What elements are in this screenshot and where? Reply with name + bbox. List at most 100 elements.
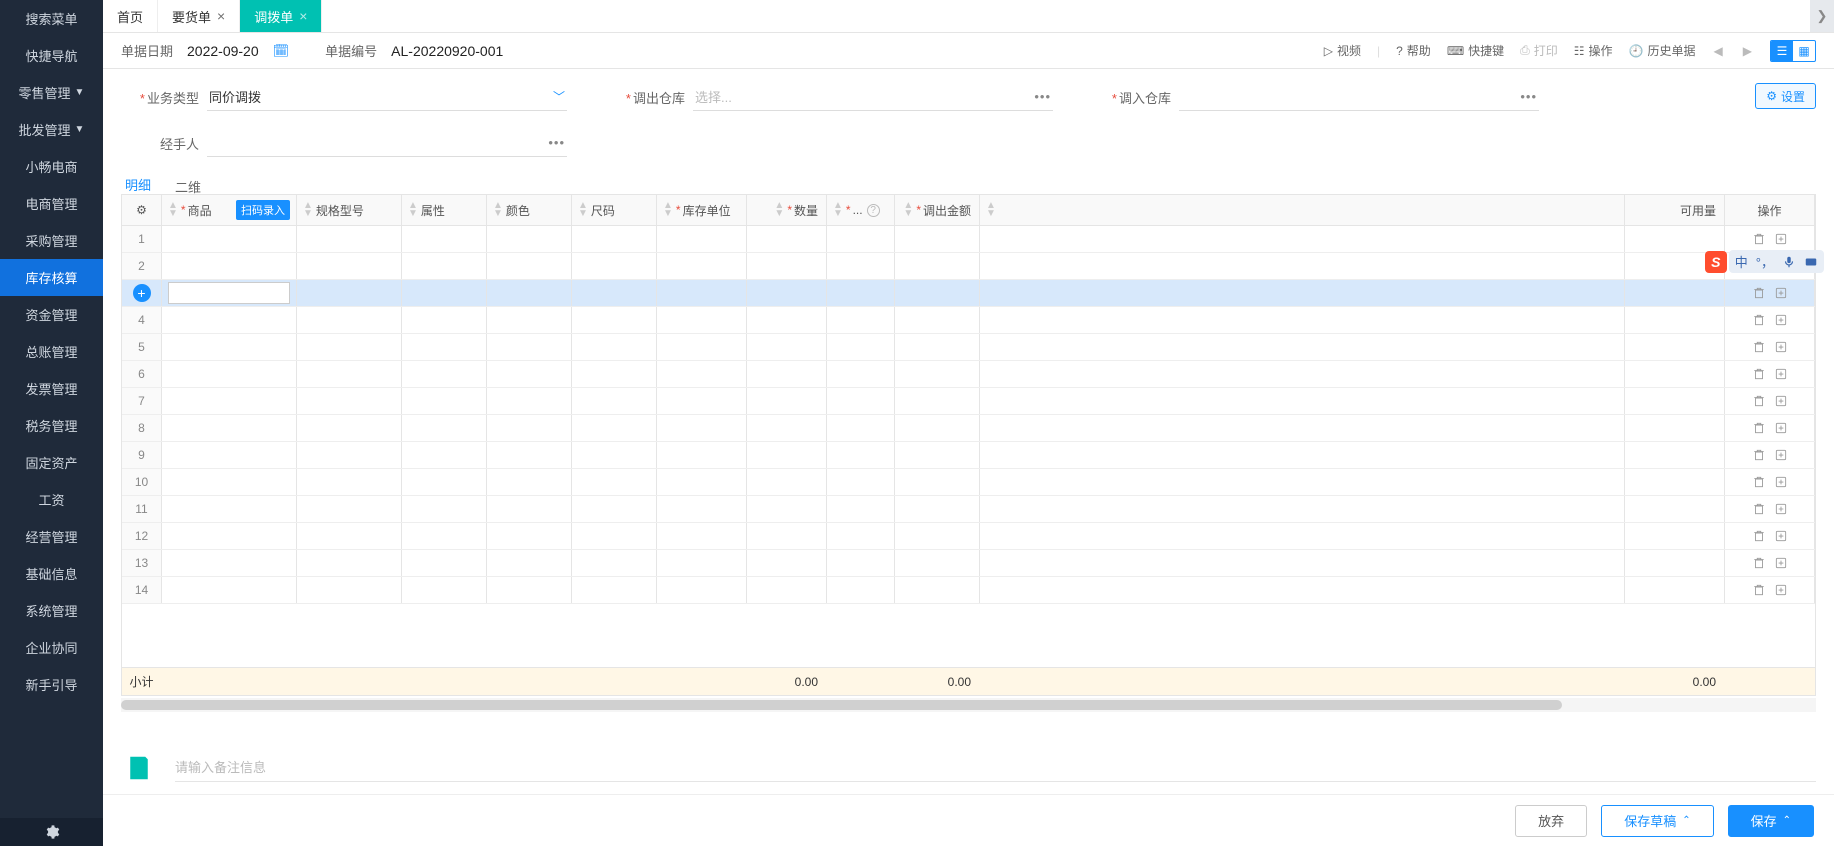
tool-video[interactable]: ▷视频 xyxy=(1324,42,1361,59)
tool-help[interactable]: ?帮助 xyxy=(1396,42,1431,59)
add-icon[interactable] xyxy=(1774,421,1788,435)
tool-print[interactable]: ⎙打印 xyxy=(1520,42,1558,59)
sidebar-item-6[interactable]: 采购管理 xyxy=(0,222,103,259)
add-icon[interactable] xyxy=(1774,340,1788,354)
ime-punct-icon[interactable]: °， xyxy=(1756,252,1774,271)
view-toggle[interactable]: ☰ ▦ xyxy=(1770,40,1816,62)
delete-icon[interactable] xyxy=(1752,340,1766,354)
table-row[interactable]: 8 xyxy=(122,415,1815,442)
delete-icon[interactable] xyxy=(1752,367,1766,381)
product-input[interactable] xyxy=(168,282,290,304)
tab-1[interactable]: 要货单× xyxy=(158,0,240,32)
delete-icon[interactable] xyxy=(1752,421,1766,435)
delete-icon[interactable] xyxy=(1752,475,1766,489)
delete-icon[interactable] xyxy=(1752,556,1766,570)
add-icon[interactable] xyxy=(1774,529,1788,543)
save-draft-button[interactable]: 保存草稿⌃ xyxy=(1601,805,1713,837)
table-row[interactable]: 10 xyxy=(122,469,1815,496)
horizontal-scrollbar[interactable] xyxy=(121,698,1816,712)
add-icon[interactable] xyxy=(1774,475,1788,489)
table-row[interactable]: 1 xyxy=(122,226,1815,253)
sidebar-item-7[interactable]: 库存核算 xyxy=(0,259,103,296)
sidebar-item-4[interactable]: 小畅电商 xyxy=(0,148,103,185)
add-icon[interactable] xyxy=(1774,448,1788,462)
table-row[interactable]: 5 xyxy=(122,334,1815,361)
tool-history[interactable]: 🕘历史单据 xyxy=(1629,42,1696,59)
sidebar-item-11[interactable]: 税务管理 xyxy=(0,407,103,444)
more-icon[interactable]: ••• xyxy=(1520,89,1537,104)
add-icon[interactable] xyxy=(1774,313,1788,327)
remarks-input[interactable] xyxy=(175,754,1816,782)
tool-action[interactable]: ☷操作 xyxy=(1574,42,1613,59)
help-icon[interactable]: ? xyxy=(867,204,880,217)
sidebar-item-2[interactable]: 零售管理▼ xyxy=(0,74,103,111)
sidebar-item-17[interactable]: 企业协同 xyxy=(0,629,103,666)
tool-shortcut[interactable]: ⌨快捷键 xyxy=(1447,42,1504,59)
ime-mic-icon[interactable] xyxy=(1782,255,1796,269)
tabs-expand-icon[interactable]: ❯ xyxy=(1810,0,1834,32)
add-row-icon[interactable]: + xyxy=(133,284,151,302)
ime-toolbar[interactable]: S 中 °， xyxy=(1705,250,1824,273)
sidebar-item-9[interactable]: 总账管理 xyxy=(0,333,103,370)
sidebar-item-12[interactable]: 固定资产 xyxy=(0,444,103,481)
table-row[interactable]: 13 xyxy=(122,550,1815,577)
history-next-icon[interactable]: ▶ xyxy=(1741,44,1754,58)
add-icon[interactable] xyxy=(1774,583,1788,597)
table-row[interactable]: 2 xyxy=(122,253,1815,280)
more-icon[interactable]: ••• xyxy=(1034,89,1051,104)
delete-icon[interactable] xyxy=(1752,529,1766,543)
tab-2[interactable]: 调拨单× xyxy=(240,0,322,32)
calendar-icon[interactable]: 🗓 xyxy=(273,43,290,59)
sidebar-item-18[interactable]: 新手引导 xyxy=(0,666,103,703)
more-icon[interactable]: ••• xyxy=(548,135,565,150)
scan-input-button[interactable]: 扫码录入 xyxy=(236,200,290,220)
sidebar-item-3[interactable]: 批发管理▼ xyxy=(0,111,103,148)
sidebar-settings[interactable] xyxy=(0,818,103,846)
handler-select[interactable]: ••• xyxy=(207,129,567,157)
history-prev-icon[interactable]: ◀ xyxy=(1712,44,1725,58)
add-icon[interactable] xyxy=(1774,394,1788,408)
in-warehouse-select[interactable]: ••• xyxy=(1179,83,1539,111)
delete-icon[interactable] xyxy=(1752,448,1766,462)
delete-icon[interactable] xyxy=(1752,232,1766,246)
table-row[interactable]: 4 xyxy=(122,307,1815,334)
col-config-icon[interactable]: ⚙ xyxy=(122,195,162,225)
table-row[interactable]: + xyxy=(122,280,1815,307)
discard-button[interactable]: 放弃 xyxy=(1515,805,1587,837)
grid-view-icon[interactable]: ▦ xyxy=(1793,41,1815,61)
ime-lang[interactable]: 中 xyxy=(1735,252,1748,271)
save-button[interactable]: 保存⌃ xyxy=(1728,805,1814,837)
sidebar-item-10[interactable]: 发票管理 xyxy=(0,370,103,407)
table-row[interactable]: 7 xyxy=(122,388,1815,415)
add-icon[interactable] xyxy=(1774,367,1788,381)
sidebar-item-13[interactable]: 工资 xyxy=(0,481,103,518)
sidebar-item-5[interactable]: 电商管理 xyxy=(0,185,103,222)
delete-icon[interactable] xyxy=(1752,502,1766,516)
delete-icon[interactable] xyxy=(1752,313,1766,327)
delete-icon[interactable] xyxy=(1752,583,1766,597)
doc-date-value[interactable]: 2022-09-20 xyxy=(187,43,259,59)
sidebar-item-15[interactable]: 基础信息 xyxy=(0,555,103,592)
table-row[interactable]: 12 xyxy=(122,523,1815,550)
add-icon[interactable] xyxy=(1774,502,1788,516)
list-view-icon[interactable]: ☰ xyxy=(1771,41,1793,61)
settings-button[interactable]: ⚙设置 xyxy=(1755,83,1816,109)
out-warehouse-select[interactable]: 选择... ••• xyxy=(693,83,1053,111)
tab-0[interactable]: 首页 xyxy=(103,0,158,32)
sidebar-item-8[interactable]: 资金管理 xyxy=(0,296,103,333)
biz-type-select[interactable]: 同价调拨 ﹀ xyxy=(207,83,567,111)
add-icon[interactable] xyxy=(1774,232,1788,246)
ime-keyboard-icon[interactable] xyxy=(1804,255,1818,269)
delete-icon[interactable] xyxy=(1752,394,1766,408)
sidebar-item-16[interactable]: 系统管理 xyxy=(0,592,103,629)
add-icon[interactable] xyxy=(1774,286,1788,300)
table-row[interactable]: 14 xyxy=(122,577,1815,604)
table-row[interactable]: 11 xyxy=(122,496,1815,523)
add-icon[interactable] xyxy=(1774,556,1788,570)
sidebar-item-14[interactable]: 经营管理 xyxy=(0,518,103,555)
sidebar-item-0[interactable]: 搜索菜单 xyxy=(0,0,103,37)
delete-icon[interactable] xyxy=(1752,286,1766,300)
close-icon[interactable]: × xyxy=(217,8,225,24)
table-row[interactable]: 9 xyxy=(122,442,1815,469)
sidebar-item-1[interactable]: 快捷导航 xyxy=(0,37,103,74)
